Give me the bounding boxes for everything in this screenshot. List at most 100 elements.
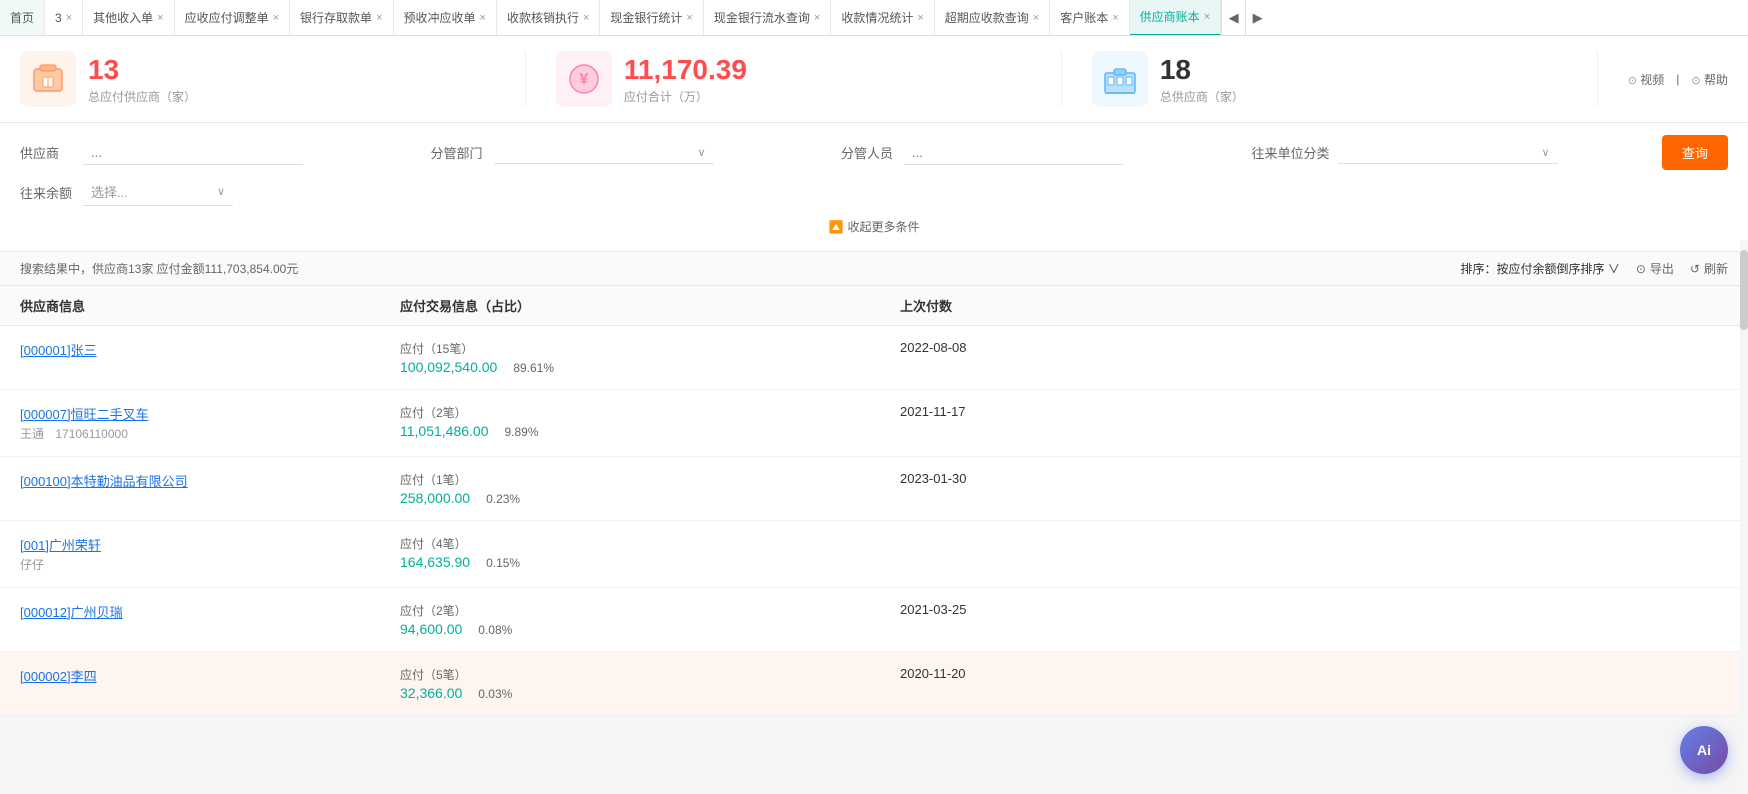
- person-filter-label: 分管人员: [841, 143, 896, 162]
- close-icon[interactable]: ×: [1033, 12, 1039, 24]
- query-button[interactable]: 查询: [1662, 135, 1728, 170]
- collapse-button[interactable]: 🔼 收起更多条件: [817, 214, 932, 239]
- stat-total-suppliers-info: 18 总供应商（家）: [1160, 53, 1244, 106]
- ai-assistant-button[interactable]: Ai: [1680, 726, 1728, 774]
- nav-prev-arrow[interactable]: ◀: [1221, 0, 1245, 36]
- supplier-name-link-4[interactable]: [001]广州荣轩: [20, 535, 400, 554]
- close-icon[interactable]: ×: [917, 12, 923, 24]
- close-icon[interactable]: ×: [157, 12, 163, 24]
- scrollbar-thumb[interactable]: [1740, 250, 1748, 330]
- table-row: [000100]本特勤油品有限公司 应付（1笔） 258,000.00 0.23…: [0, 457, 1748, 521]
- person-filter: 分管人员: [841, 141, 1232, 165]
- stat-payable-suppliers: 13 总应付供应商（家）: [20, 51, 526, 107]
- close-icon[interactable]: ×: [273, 12, 279, 24]
- supplier-input[interactable]: [83, 141, 303, 165]
- supplier-name-link-1[interactable]: [000001]张三: [20, 340, 400, 359]
- supplier-name-link-5[interactable]: [000012]广州贝瑞: [20, 602, 400, 621]
- supplier-name-link-2[interactable]: [000007]恒旺二手叉车: [20, 404, 400, 423]
- close-icon[interactable]: ×: [66, 12, 72, 24]
- collapse-label: 收起更多条件: [847, 218, 919, 235]
- supplier-info-3: [000100]本特勤油品有限公司: [20, 471, 400, 490]
- nav-tab-prepay-charge[interactable]: 预收冲应收单 ×: [394, 0, 497, 36]
- total-suppliers-icon: [1092, 51, 1148, 107]
- person-input[interactable]: [904, 141, 1124, 165]
- payable-label-3: 应付（1笔）: [400, 471, 900, 488]
- last-payment-6: 2020-11-20: [900, 666, 1728, 681]
- close-icon[interactable]: ×: [686, 12, 692, 24]
- payable-amount-number: 11,170.39: [624, 53, 747, 87]
- video-link[interactable]: ⊙ 视频: [1628, 71, 1665, 88]
- close-icon[interactable]: ×: [480, 12, 486, 24]
- table-row: [000001]张三 应付（15笔） 100,092,540.00 89.61%…: [0, 326, 1748, 390]
- transaction-percent-1: 89.61%: [513, 361, 554, 375]
- close-icon[interactable]: ×: [814, 12, 820, 24]
- nav-tab-cash-stat[interactable]: 现金银行统计 ×: [600, 0, 703, 36]
- payable-label-4: 应付（4笔）: [400, 535, 900, 552]
- category-select[interactable]: ∨: [1338, 142, 1558, 164]
- close-icon[interactable]: ×: [376, 12, 382, 24]
- nav-tab-cash-flow[interactable]: 现金银行流水查询 ×: [704, 0, 831, 36]
- nav-tab-home[interactable]: 首页: [0, 0, 45, 36]
- nav-tab-supplier-book[interactable]: 供应商账本 ×: [1130, 0, 1221, 36]
- header-links: ⊙ 视频 | ⊙ 帮助: [1628, 71, 1728, 88]
- transaction-amount-1[interactable]: 100,092,540.00: [400, 359, 497, 375]
- chevron-down-icon: ∨: [217, 185, 225, 198]
- filter-row-2: 往来余额 选择... ∨: [20, 178, 1728, 206]
- sort-label[interactable]: 排序：按应付余额倒序排序 ∨: [1460, 260, 1619, 277]
- nav-tab-ar-ap-adjust[interactable]: 应收应付调整单 ×: [175, 0, 290, 36]
- transaction-amount-3[interactable]: 258,000.00: [400, 490, 470, 506]
- nav-tab-customer-book[interactable]: 客户账本 ×: [1050, 0, 1129, 36]
- result-bar: 搜索结果中，供应商13家 应付金额111,703,854.00元 排序：按应付余…: [0, 252, 1748, 286]
- supplier-info-2: [000007]恒旺二手叉车 王通 17106110000: [20, 404, 400, 442]
- help-link[interactable]: ⊙ 帮助: [1691, 71, 1728, 88]
- supplier-name-link-6[interactable]: [000002]李四: [20, 666, 400, 685]
- payable-label-1: 应付（15笔）: [400, 340, 900, 357]
- supplier-name-link-3[interactable]: [000100]本特勤油品有限公司: [20, 471, 400, 490]
- transaction-info-2: 应付（2笔） 11,051,486.00 9.89%: [400, 404, 900, 439]
- filter-section: 供应商 分管部门 ∨ 分管人员 往来单位分类 ∨ 查询 往来余额 选择: [0, 123, 1748, 252]
- refresh-button[interactable]: ↺ 刷新: [1690, 260, 1728, 277]
- dept-select[interactable]: ∨: [494, 142, 714, 164]
- chevron-up-icon: 🔼: [829, 220, 844, 234]
- nav-tab-3-label: 3: [55, 11, 62, 25]
- close-icon[interactable]: ×: [1204, 11, 1210, 23]
- transaction-amount-6[interactable]: 32,366.00: [400, 685, 462, 701]
- refresh-icon: ↺: [1690, 262, 1700, 276]
- category-filter: 往来单位分类 ∨: [1252, 142, 1643, 164]
- nav-tab-receipt-exec[interactable]: 收款核销执行 ×: [497, 0, 600, 36]
- supplier-filter-label: 供应商: [20, 143, 75, 162]
- balance-select[interactable]: 选择... ∨: [83, 178, 233, 206]
- nav-tab-3[interactable]: 3 ×: [45, 0, 83, 36]
- nav-tab-other-income[interactable]: 其他收入单 ×: [83, 0, 174, 36]
- supplier-contact-4: 仔仔: [20, 556, 400, 573]
- scrollbar-track: [1740, 240, 1748, 794]
- transaction-amount-2[interactable]: 11,051,486.00: [400, 423, 489, 439]
- nav-next-arrow[interactable]: ▶: [1245, 0, 1269, 36]
- payable-suppliers-icon: [20, 51, 76, 107]
- nav-tab-bank-deposit[interactable]: 银行存取款单 ×: [290, 0, 393, 36]
- balance-filter-label: 往来余额: [20, 183, 75, 202]
- filter-row-1: 供应商 分管部门 ∨ 分管人员 往来单位分类 ∨ 查询: [20, 135, 1728, 170]
- supplier-table: 供应商信息 应付交易信息（占比） 上次付数 [000001]张三 应付（15笔）…: [0, 286, 1748, 716]
- nav-tab-cash-stat-label: 现金银行统计: [610, 9, 682, 26]
- close-icon[interactable]: ×: [583, 12, 589, 24]
- payable-label-5: 应付（2笔）: [400, 602, 900, 619]
- close-icon[interactable]: ×: [1112, 12, 1118, 24]
- total-suppliers-label: 总供应商（家）: [1160, 88, 1244, 105]
- nav-tab-receipt-stat[interactable]: 收款情况统计 ×: [831, 0, 934, 36]
- header-last-payment: 上次付数: [900, 296, 1728, 315]
- nav-tab-overdue-ar[interactable]: 超期应收款查询 ×: [935, 0, 1050, 36]
- stat-payable-amount: ¥ 11,170.39 应付合计（万）: [556, 51, 1062, 107]
- balance-filter: 往来余额 选择... ∨: [20, 178, 1728, 206]
- export-button[interactable]: ⊙ 导出: [1636, 260, 1674, 277]
- transaction-amount-4[interactable]: 164,635.90: [400, 554, 470, 570]
- transaction-amount-5[interactable]: 94,600.00: [400, 621, 462, 637]
- payable-suppliers-number: 13: [88, 53, 196, 87]
- stat-payable-amount-info: 11,170.39 应付合计（万）: [624, 53, 747, 106]
- transaction-percent-3: 0.23%: [486, 492, 520, 506]
- supplier-info-6: [000002]李四: [20, 666, 400, 685]
- transaction-info-6: 应付（5笔） 32,366.00 0.03%: [400, 666, 900, 701]
- dept-filter-label: 分管部门: [431, 143, 486, 162]
- stat-total-suppliers: 18 总供应商（家）: [1092, 51, 1598, 107]
- header-transaction: 应付交易信息（占比）: [400, 296, 900, 315]
